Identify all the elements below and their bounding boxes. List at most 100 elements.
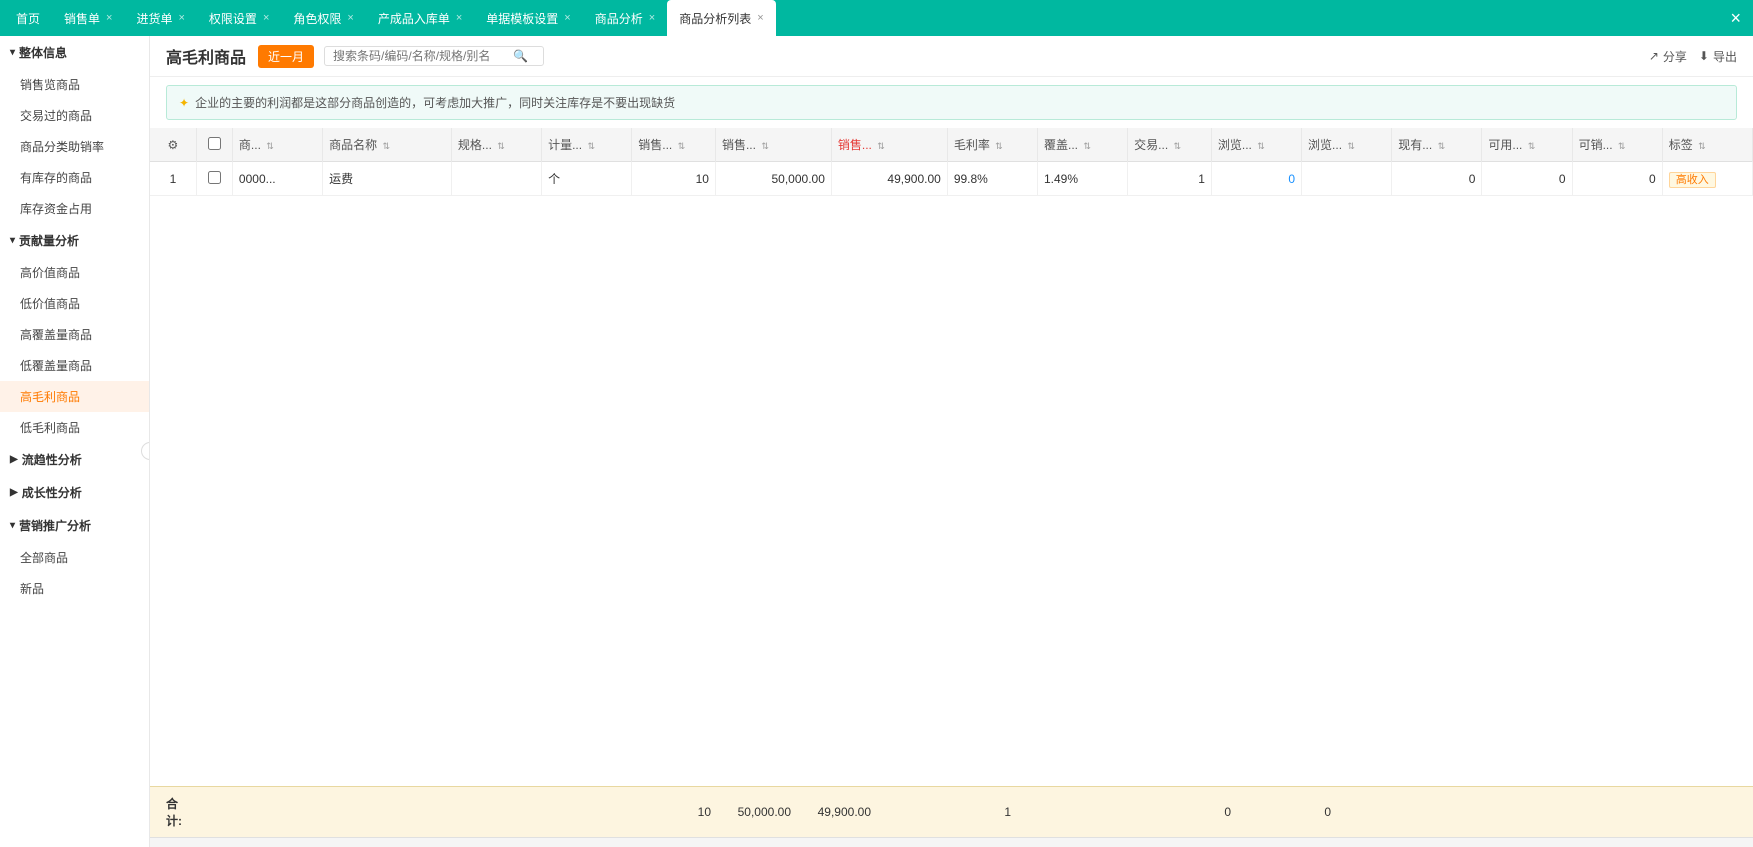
close-icon[interactable]: × — [757, 12, 763, 24]
sort-icon: ⇅ — [587, 141, 595, 151]
sidebar-item-category-assist[interactable]: 商品分类助销率 — [0, 131, 149, 162]
sidebar-group-contribution[interactable]: ▾ 贡献量分析 — [0, 224, 149, 257]
sort-icon: ⇅ — [1174, 141, 1182, 151]
filter-button[interactable]: 近一月 — [258, 45, 314, 68]
col-trade[interactable]: 交易... ⇅ — [1128, 128, 1212, 162]
cell-spec — [451, 162, 541, 196]
table-wrapper: ⚙ 商... ⇅ 商品名称 ⇅ 规格... — [150, 128, 1753, 786]
col-settings[interactable]: ⚙ — [150, 128, 196, 162]
col-unit[interactable]: 计量... ⇅ — [542, 128, 632, 162]
search-input[interactable] — [333, 49, 513, 63]
total-available: 0 — [1257, 805, 1337, 819]
cell-gross-margin: 99.8% — [947, 162, 1037, 196]
chevron-down-icon: ▾ — [10, 520, 15, 531]
sidebar-item-stock-capital[interactable]: 库存资金占用 — [0, 193, 149, 224]
close-icon[interactable]: × — [649, 12, 655, 24]
sidebar-item-high-margin[interactable]: 高毛利商品 — [0, 381, 149, 412]
sidebar-item-low-margin[interactable]: 低毛利商品 — [0, 412, 149, 443]
cell-sales-profit: 49,900.00 — [831, 162, 947, 196]
close-icon[interactable]: × — [178, 12, 184, 24]
nav-role[interactable]: 角色权限 × — [281, 0, 365, 36]
sort-icon: ⇅ — [995, 141, 1003, 151]
sort-icon: ⇅ — [761, 141, 769, 151]
content-area: 高毛利商品 近一月 🔍 ↗ 分享 ⬇ 导出 ✦ 企业的主要的利润都是这部分 — [150, 36, 1753, 847]
cell-trade: 1 — [1128, 162, 1212, 196]
cell-views1[interactable]: 0 — [1211, 162, 1301, 196]
close-icon[interactable]: × — [347, 12, 353, 24]
nav-permission[interactable]: 权限设置 × — [197, 0, 281, 36]
col-checkbox[interactable] — [196, 128, 232, 162]
col-spec[interactable]: 规格... ⇅ — [451, 128, 541, 162]
cell-sales-qty: 10 — [632, 162, 716, 196]
sidebar-item-sales-goods[interactable]: 销售览商品 — [0, 69, 149, 100]
col-available[interactable]: 可用... ⇅ — [1482, 128, 1572, 162]
sidebar-item-high-coverage[interactable]: 高覆盖量商品 — [0, 319, 149, 350]
close-icon[interactable]: × — [456, 12, 462, 24]
sort-icon: ⇅ — [266, 141, 274, 151]
col-tag[interactable]: 标签 ⇅ — [1662, 128, 1752, 162]
col-views1[interactable]: 浏览... ⇅ — [1211, 128, 1301, 162]
search-icon[interactable]: 🔍 — [513, 49, 528, 63]
cell-coverage: 1.49% — [1037, 162, 1127, 196]
sidebar-group-overall[interactable]: ▾ 整体信息 — [0, 36, 149, 69]
col-sales-profit[interactable]: 销售... ⇅ — [831, 128, 947, 162]
cell-available: 0 — [1482, 162, 1572, 196]
nav-goods-analysis[interactable]: 商品分析 × — [583, 0, 667, 36]
nav-home[interactable]: 首页 — [4, 0, 52, 36]
sort-icon: ⇅ — [1083, 141, 1091, 151]
col-sales-amount[interactable]: 销售... ⇅ — [715, 128, 831, 162]
sidebar-group-marketing[interactable]: ▾ 营销推广分析 — [0, 509, 149, 542]
sidebar-collapse-button[interactable]: 《 — [141, 442, 150, 460]
views1-link[interactable]: 0 — [1288, 172, 1295, 186]
sidebar-item-new-goods[interactable]: 新品 — [0, 573, 149, 604]
window-close-button[interactable]: × — [1722, 8, 1749, 29]
col-saleable[interactable]: 可销... ⇅ — [1572, 128, 1662, 162]
col-coverage[interactable]: 覆盖... ⇅ — [1037, 128, 1127, 162]
nav-sales[interactable]: 销售单 × — [52, 0, 124, 36]
header-actions: ↗ 分享 ⬇ 导出 — [1649, 48, 1737, 65]
close-icon[interactable]: × — [106, 12, 112, 24]
cell-views2 — [1302, 162, 1392, 196]
info-icon: ✦ — [179, 96, 189, 110]
page-title: 高毛利商品 — [166, 44, 246, 68]
chevron-down-icon: ▾ — [10, 47, 15, 58]
row-checkbox[interactable] — [208, 171, 221, 184]
col-gross-margin[interactable]: 毛利率 ⇅ — [947, 128, 1037, 162]
col-views2[interactable]: 浏览... ⇅ — [1302, 128, 1392, 162]
sidebar-group-growth[interactable]: ▶ 成长性分析 — [0, 476, 149, 509]
data-table: ⚙ 商... ⇅ 商品名称 ⇅ 规格... — [150, 128, 1753, 196]
sort-icon: ⇅ — [678, 141, 686, 151]
horizontal-scrollbar[interactable] — [150, 837, 1753, 847]
select-all-checkbox[interactable] — [208, 137, 221, 150]
cell-index: 1 — [150, 162, 196, 196]
sidebar-item-stocked-goods[interactable]: 有库存的商品 — [0, 162, 149, 193]
top-navigation: 首页 销售单 × 进货单 × 权限设置 × 角色权限 × 产成品入库单 × 单据… — [0, 0, 1753, 36]
col-name[interactable]: 商品名称 ⇅ — [323, 128, 452, 162]
cell-tag: 高收入 — [1662, 162, 1752, 196]
total-trade: 1 — [937, 805, 1017, 819]
close-icon[interactable]: × — [263, 12, 269, 24]
close-icon[interactable]: × — [564, 12, 570, 24]
share-button[interactable]: ↗ 分享 — [1649, 48, 1687, 65]
total-sales-qty: 10 — [637, 805, 717, 819]
col-sales-qty[interactable]: 销售... ⇅ — [632, 128, 716, 162]
nav-template[interactable]: 单据模板设置 × — [474, 0, 582, 36]
sort-icon: ⇅ — [1257, 141, 1265, 151]
sidebar-item-all-goods[interactable]: 全部商品 — [0, 542, 149, 573]
cell-unit: 个 — [542, 162, 632, 196]
nav-production[interactable]: 产成品入库单 × — [366, 0, 474, 36]
nav-goods-analysis-list[interactable]: 商品分析列表 × — [667, 0, 775, 36]
export-button[interactable]: ⬇ 导出 — [1699, 48, 1737, 65]
sidebar-item-high-value[interactable]: 高价值商品 — [0, 257, 149, 288]
col-code[interactable]: 商... ⇅ — [232, 128, 322, 162]
nav-purchase[interactable]: 进货单 × — [124, 0, 196, 36]
cell-checkbox[interactable] — [196, 162, 232, 196]
sidebar-item-low-coverage[interactable]: 低覆盖量商品 — [0, 350, 149, 381]
sidebar-item-low-value[interactable]: 低价值商品 — [0, 288, 149, 319]
cell-sales-amount: 50,000.00 — [715, 162, 831, 196]
tag-badge: 高收入 — [1669, 172, 1716, 188]
total-label: 合计: — [166, 795, 187, 829]
sidebar-group-trend[interactable]: ▶ 流趋性分析 — [0, 443, 149, 476]
col-current[interactable]: 现有... ⇅ — [1392, 128, 1482, 162]
sidebar-item-traded-goods[interactable]: 交易过的商品 — [0, 100, 149, 131]
